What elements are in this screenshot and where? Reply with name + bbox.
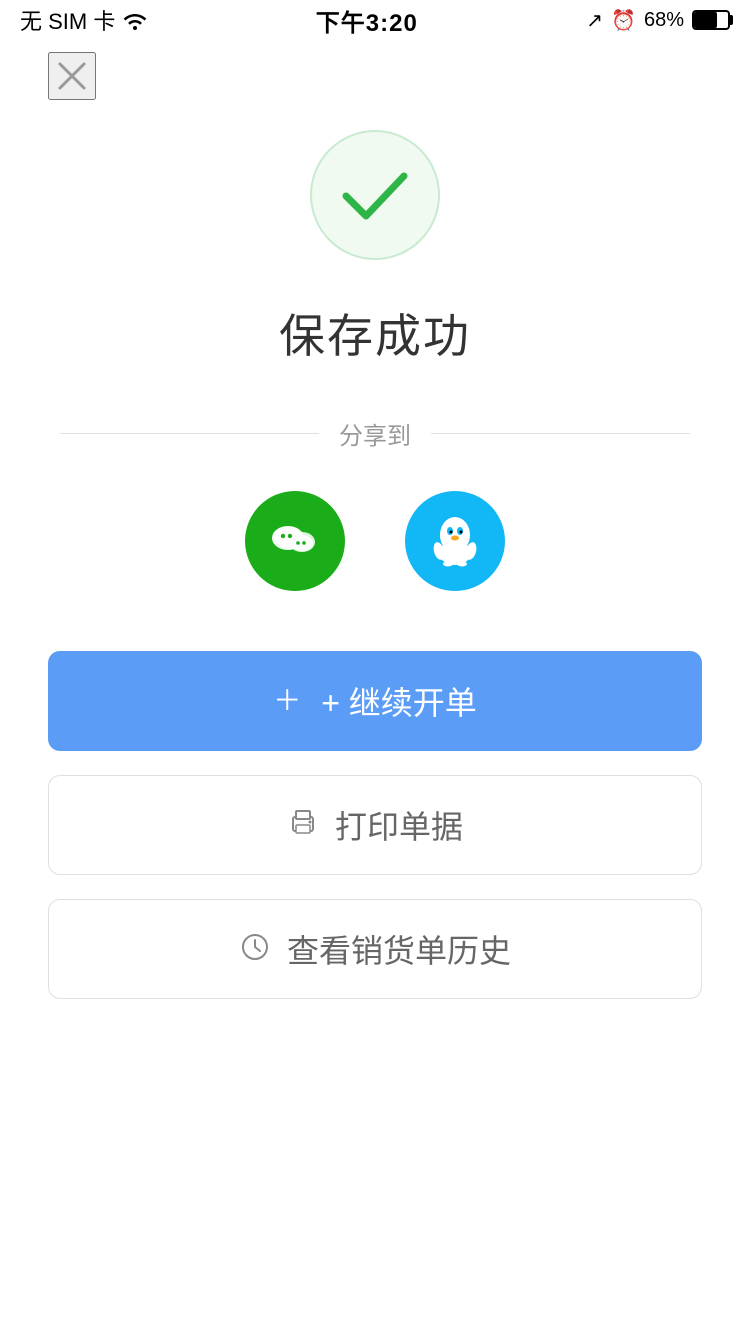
success-circle bbox=[310, 130, 440, 260]
status-right: ↗ ⏰ 68% bbox=[586, 8, 730, 33]
status-bar: 无 SIM 卡 下午3:20 ↗ ⏰ 68% bbox=[0, 0, 750, 40]
history-label: 查看销货单历史 bbox=[287, 926, 511, 972]
battery-pct: 68% bbox=[644, 9, 684, 32]
divider-left bbox=[60, 433, 319, 434]
qq-icon bbox=[426, 511, 484, 571]
wechat-icon bbox=[266, 512, 324, 570]
location-icon: ↗ bbox=[586, 8, 603, 33]
share-divider: 分享到 bbox=[0, 416, 750, 451]
main-content: 保存成功 分享到 bbox=[0, 40, 750, 999]
continue-order-button[interactable]: ＋ + 继续开单 bbox=[48, 651, 702, 751]
status-time: 下午3:20 bbox=[316, 3, 418, 38]
close-icon bbox=[56, 60, 88, 92]
carrier-text: 无 SIM 卡 bbox=[20, 4, 115, 36]
wifi-icon bbox=[123, 10, 147, 30]
share-section bbox=[245, 491, 505, 591]
history-icon bbox=[239, 931, 271, 968]
print-label: 打印单据 bbox=[335, 802, 463, 848]
history-button[interactable]: 查看销货单历史 bbox=[48, 899, 702, 999]
close-button[interactable] bbox=[48, 52, 96, 100]
alarm-icon: ⏰ bbox=[611, 8, 636, 33]
plus-icon: ＋ bbox=[273, 687, 301, 715]
share-label: 分享到 bbox=[319, 416, 431, 451]
print-button[interactable]: 打印单据 bbox=[48, 775, 702, 875]
continue-order-label: + 继续开单 bbox=[321, 678, 477, 724]
qq-share-button[interactable] bbox=[405, 491, 505, 591]
battery-bar-icon bbox=[692, 10, 730, 30]
checkmark-icon bbox=[340, 168, 410, 223]
divider-right bbox=[431, 433, 690, 434]
actions-section: ＋ + 继续开单 打印单据 查看销货单历史 bbox=[0, 651, 750, 999]
status-carrier: 无 SIM 卡 bbox=[20, 4, 147, 36]
wechat-share-button[interactable] bbox=[245, 491, 345, 591]
print-icon bbox=[287, 807, 319, 844]
success-title: 保存成功 bbox=[279, 300, 471, 366]
